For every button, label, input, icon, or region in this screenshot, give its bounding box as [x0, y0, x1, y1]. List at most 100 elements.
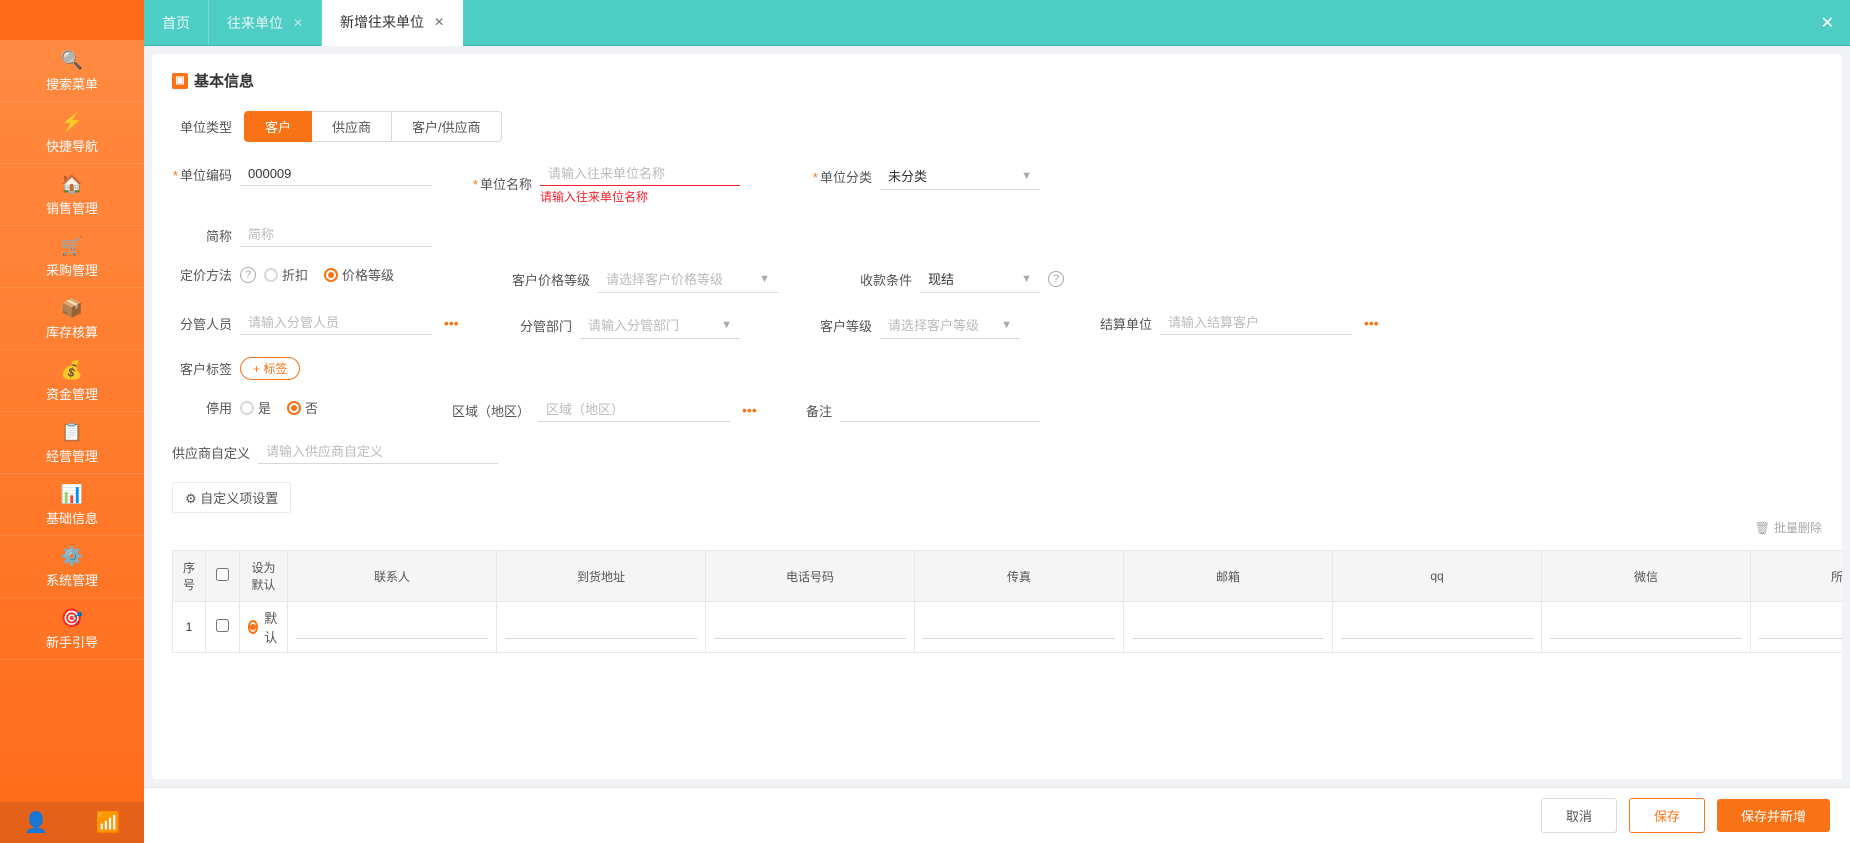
row-contact-input[interactable] [296, 615, 488, 639]
disabled-yes-option[interactable]: 是 [240, 398, 271, 417]
tag-add-button[interactable]: + 标签 [240, 357, 300, 380]
region-more-icon[interactable]: ••• [738, 402, 761, 418]
department-field: 分管部门 请输入分管部门 ▼ [512, 311, 812, 339]
contacts-table: 序号 设为默认 联系人 到货地址 电话号码 传真 邮箱 qq 微信 所在地区 操… [172, 550, 1842, 653]
pricing-discount-radio[interactable] [264, 268, 278, 282]
row-contact [288, 602, 497, 653]
disabled-no-option[interactable]: 否 [287, 398, 318, 417]
unit-type-label: 单位类型 [172, 117, 232, 136]
unit-name-field: *单位名称 请输入往来单位名称 [472, 162, 812, 205]
row-checkbox[interactable] [216, 619, 229, 632]
remark-input[interactable] [840, 398, 1040, 422]
sidebar-item-search[interactable]: 🔍 搜索菜单 [0, 40, 144, 102]
batch-delete-label: 批量删除 [1774, 519, 1822, 536]
sidebar-item-quick-nav[interactable]: ⚡ 快捷导航 [0, 102, 144, 164]
tab-bar-close-button[interactable]: ✕ [1805, 0, 1850, 45]
unit-type-customer-btn[interactable]: 客户 [244, 111, 312, 142]
basic-info-row: *单位编码 *单位名称 请输入往来单位名称 [172, 162, 1822, 205]
unit-category-select[interactable]: 未分类 ▼ [880, 162, 1040, 190]
row-phone [706, 602, 915, 653]
purchase-icon: 🛒 [61, 236, 83, 257]
row-qq-input[interactable] [1341, 615, 1533, 639]
tab-partner[interactable]: 往来单位 ✕ [209, 0, 322, 45]
settlement-label: 结算单位 [1092, 314, 1152, 333]
sidebar-item-sales[interactable]: 🏠 销售管理 [0, 164, 144, 226]
disabled-field: 停用 是 否 [172, 398, 452, 417]
quick-nav-icon: ⚡ [61, 112, 83, 133]
row-default-radio[interactable] [248, 620, 258, 634]
tag-field: 客户标签 + 标签 [172, 357, 1822, 380]
tab-new-partner[interactable]: 新增往来单位 ✕ [322, 0, 463, 46]
sidebar-item-inventory[interactable]: 📦 库存核算 [0, 288, 144, 350]
payment-terms-arrow-icon: ▼ [1021, 273, 1032, 285]
pricing-level-option[interactable]: 价格等级 [324, 265, 394, 284]
row-default-radio-label[interactable]: 默认 [248, 608, 279, 646]
sidebar-item-finance[interactable]: 💰 资金管理 [0, 350, 144, 412]
pricing-level-radio[interactable] [324, 268, 338, 282]
tab-home[interactable]: 首页 [144, 0, 209, 45]
unit-code-input[interactable] [240, 162, 432, 186]
manager-more-icon[interactable]: ••• [440, 315, 463, 331]
sidebar-item-basics[interactable]: 📊 基础信息 [0, 474, 144, 536]
abbr-input[interactable] [240, 223, 432, 247]
unit-name-input[interactable] [540, 162, 740, 186]
tag-row: 客户标签 + 标签 [172, 357, 1822, 380]
sidebar-item-purchase[interactable]: 🛒 采购管理 [0, 226, 144, 288]
batch-delete-icon: 🗑 [1755, 521, 1770, 535]
customer-level-select[interactable]: 请选择客户等级 ▼ [880, 311, 1020, 339]
payment-terms-select[interactable]: 现结 ▼ [920, 265, 1040, 293]
unit-code-field: *单位编码 [172, 162, 472, 186]
cancel-button[interactable]: 取消 [1541, 798, 1617, 833]
payment-terms-help-icon[interactable]: ? [1048, 271, 1064, 287]
region-label: 区域（地区） [452, 401, 530, 420]
unit-name-error: 请输入往来单位名称 [540, 188, 740, 205]
customer-price-level-select[interactable]: 请选择客户价格等级 ▼ [598, 265, 778, 293]
user-icon[interactable]: 👤 [24, 810, 49, 835]
sidebar-label-search: 搜索菜单 [46, 74, 98, 93]
settlement-more-icon[interactable]: ••• [1360, 315, 1383, 331]
tab-new-partner-close-icon[interactable]: ✕ [434, 15, 444, 29]
col-address: 到货地址 [497, 551, 706, 602]
tab-home-label: 首页 [162, 13, 190, 33]
col-qq: qq [1333, 551, 1542, 602]
section-title-text: 基本信息 [194, 70, 254, 91]
unit-type-supplier-btn[interactable]: 供应商 [312, 111, 392, 142]
department-select[interactable]: 请输入分管部门 ▼ [580, 311, 740, 339]
unit-type-both-btn[interactable]: 客户/供应商 [392, 111, 502, 142]
manager-field: 分管人员 ••• [172, 311, 512, 335]
sidebar-item-guide[interactable]: 🎯 新手引导 [0, 598, 144, 660]
settings-bottom-icon[interactable]: 📶 [96, 810, 121, 835]
manager-input[interactable] [240, 311, 432, 335]
save-button[interactable]: 保存 [1629, 798, 1705, 833]
tab-new-partner-label: 新增往来单位 [340, 12, 424, 32]
row-index: 1 [173, 602, 206, 653]
disabled-no-radio[interactable] [287, 401, 301, 415]
row-region-input[interactable] [1759, 615, 1842, 639]
operations-icon: 📋 [61, 422, 83, 443]
department-placeholder: 请输入分管部门 [588, 315, 679, 334]
settlement-input[interactable] [1160, 311, 1352, 335]
region-input[interactable] [538, 398, 730, 422]
select-all-checkbox[interactable] [216, 568, 229, 581]
unit-code-label: *单位编码 [172, 165, 232, 184]
custom-setting-button[interactable]: ⚙ 自定义项设置 [172, 482, 291, 513]
pricing-discount-option[interactable]: 折扣 [264, 265, 308, 284]
manager-label: 分管人员 [172, 314, 232, 333]
row-address-input[interactable] [505, 615, 697, 639]
save-new-button[interactable]: 保存并新增 [1717, 799, 1830, 832]
row-phone-input[interactable] [714, 615, 906, 639]
supplier-custom-input[interactable] [258, 440, 498, 464]
row-fax-input[interactable] [923, 615, 1115, 639]
row-email-input[interactable] [1132, 615, 1324, 639]
bottom-bar: 取消 保存 保存并新增 [144, 787, 1850, 843]
row-check [206, 602, 240, 653]
row-wechat-input[interactable] [1550, 615, 1742, 639]
sidebar-item-operations[interactable]: 📋 经营管理 [0, 412, 144, 474]
supplier-custom-field: 供应商自定义 [172, 440, 1822, 464]
tab-partner-close-icon[interactable]: ✕ [293, 16, 303, 30]
row-default: 默认 [240, 602, 288, 653]
pricing-help-icon[interactable]: ? [240, 267, 256, 283]
disabled-yes-radio[interactable] [240, 401, 254, 415]
region-field: 区域（地区） ••• [452, 398, 772, 422]
sidebar-item-system[interactable]: ⚙️ 系统管理 [0, 536, 144, 598]
